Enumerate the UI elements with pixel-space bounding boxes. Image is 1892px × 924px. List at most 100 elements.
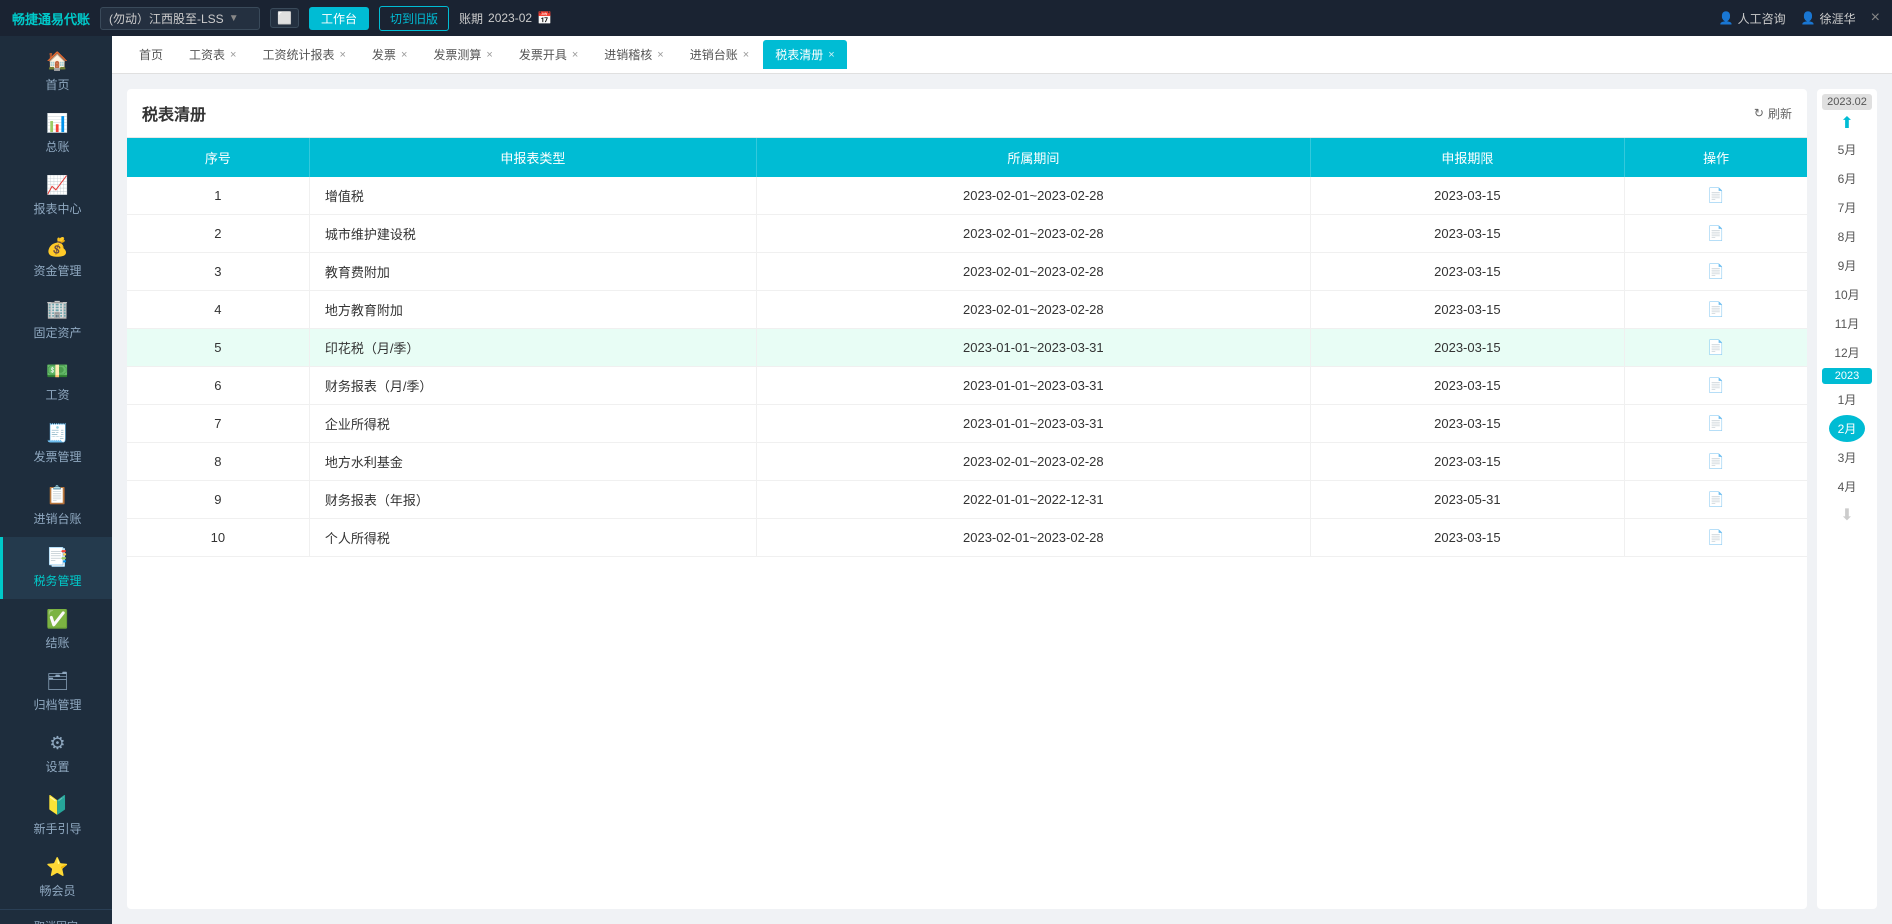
sidebar-item-总账[interactable]: 📊总账 — [0, 103, 112, 165]
old-mode-button[interactable]: 切到旧版 — [379, 6, 449, 31]
sidebar-icon: 📋 — [46, 485, 68, 506]
cal-month-1月[interactable]: 1月 — [1822, 386, 1872, 413]
sidebar-item-label: 新手引导 — [33, 820, 81, 837]
tab-close-icon[interactable]: × — [572, 49, 578, 61]
cal-month-3月[interactable]: 3月 — [1822, 444, 1872, 471]
cell-no: 1 — [127, 177, 309, 215]
cell-action[interactable]: 📄 — [1625, 215, 1807, 253]
topbar-close-btn[interactable]: × — [1871, 9, 1880, 27]
cell-action[interactable]: 📄 — [1625, 405, 1807, 443]
tab-发票测算[interactable]: 发票测算× — [421, 40, 504, 69]
tab-进销台账[interactable]: 进销台账× — [678, 40, 761, 69]
action-icon[interactable]: 📄 — [1707, 415, 1724, 431]
sidebar-item-固定资产[interactable]: 🏢固定资产 — [0, 289, 112, 351]
sidebar-item-资金管理[interactable]: 💰资金管理 — [0, 227, 112, 289]
sidebar-item-label: 报表中心 — [33, 200, 81, 217]
tab-close-icon[interactable]: × — [828, 49, 834, 61]
table-row: 9 财务报表（年报） 2022-01-01~2022-12-31 2023-05… — [127, 481, 1807, 519]
tab-工资表[interactable]: 工资表× — [177, 40, 248, 69]
workspace-button[interactable]: 工作台 — [309, 7, 369, 30]
cell-no: 6 — [127, 367, 309, 405]
tab-close-icon[interactable]: × — [401, 49, 407, 61]
sidebar-item-首页[interactable]: 🏠首页 — [0, 41, 112, 103]
tab-发票开具[interactable]: 发票开具 × — [507, 40, 590, 69]
refresh-button[interactable]: ↻ 刷新 — [1754, 105, 1792, 122]
tab-首页[interactable]: 首页 — [127, 40, 175, 69]
tab-label: 首页 — [139, 46, 163, 63]
sidebar-bottom-pin[interactable]: 取消固定 — [0, 909, 112, 924]
company-selector[interactable]: (勿动）江西股至-LSS ▼ — [100, 7, 260, 30]
action-icon[interactable]: 📄 — [1707, 339, 1724, 355]
cell-action[interactable]: 📄 — [1625, 367, 1807, 405]
cal-month-9月[interactable]: 9月 — [1822, 252, 1872, 279]
cal-month-11月[interactable]: 11月 — [1822, 310, 1872, 337]
page-content: 税表清册 ↻ 刷新 序号申报表类型所属期间申报期限操作 1 增值税 2023-0… — [112, 74, 1892, 924]
action-icon[interactable]: 📄 — [1707, 301, 1724, 317]
cal-current-year: 2023 — [1822, 368, 1872, 384]
cal-month-2月[interactable]: 2月 — [1829, 415, 1865, 442]
tab-label: 发票开具 — [519, 46, 567, 63]
action-icon[interactable]: 📄 — [1707, 529, 1724, 545]
tab-工资统计报表[interactable]: 工资统计报表 × — [250, 40, 357, 69]
cal-month-8月[interactable]: 8月 — [1822, 223, 1872, 250]
cell-action[interactable]: 📄 — [1625, 329, 1807, 367]
tab-close-icon[interactable]: × — [657, 49, 663, 61]
cal-month-7月[interactable]: 7月 — [1822, 194, 1872, 221]
sidebar-item-label: 资金管理 — [33, 262, 81, 279]
cell-action[interactable]: 📄 — [1625, 177, 1807, 215]
sidebar-item-工资[interactable]: 💵工资 — [0, 351, 112, 413]
cell-period: 2023-02-01~2023-02-28 — [757, 291, 1311, 329]
help-btn[interactable]: 👤 人工咨询 — [1719, 10, 1786, 27]
action-icon[interactable]: 📄 — [1707, 377, 1724, 393]
user-avatar: 👤 — [1801, 11, 1816, 25]
cal-month-10月[interactable]: 10月 — [1822, 281, 1872, 308]
cell-deadline: 2023-03-15 — [1310, 367, 1625, 405]
cell-action[interactable]: 📄 — [1625, 519, 1807, 557]
cal-up-button[interactable]: ⬆ — [1840, 113, 1853, 133]
action-icon[interactable]: 📄 — [1707, 453, 1724, 469]
topbar-icon-btn[interactable]: ⬜ — [270, 8, 299, 28]
cal-down-button[interactable]: ⬇ — [1840, 505, 1853, 525]
cal-month-4月[interactable]: 4月 — [1822, 473, 1872, 500]
sidebar-item-报表中心[interactable]: 📈 报表中心 — [0, 165, 112, 227]
tab-close-icon[interactable]: × — [486, 49, 492, 61]
period-calendar-icon[interactable]: 📅 — [537, 11, 552, 25]
sidebar-item-税务管理[interactable]: 📑税务管理 — [0, 537, 112, 599]
sidebar-item-畅会员[interactable]: ⭐畅会员 — [0, 847, 112, 909]
tab-发票[interactable]: 发票× — [360, 40, 419, 69]
cell-type: 地方教育附加 — [309, 291, 756, 329]
sidebar-icon: 📈 — [46, 175, 68, 196]
cell-action[interactable]: 📄 — [1625, 443, 1807, 481]
action-icon[interactable]: 📄 — [1707, 225, 1724, 241]
cal-month-6月[interactable]: 6月 — [1822, 165, 1872, 192]
cell-period: 2023-01-01~2023-03-31 — [757, 405, 1311, 443]
sidebar-item-新手引导[interactable]: 🔰 新手引导 — [0, 785, 112, 847]
tab-税表清册[interactable]: 税表清册× — [763, 40, 846, 69]
tab-label: 工资统计报表 — [262, 46, 334, 63]
cell-action[interactable]: 📄 — [1625, 481, 1807, 519]
cal-month-12月[interactable]: 12月 — [1822, 339, 1872, 366]
tab-进销稽核[interactable]: 进销稽核× — [592, 40, 675, 69]
cell-action[interactable]: 📄 — [1625, 291, 1807, 329]
tab-close-icon[interactable]: × — [339, 49, 345, 61]
sidebar-item-归档管理[interactable]: 🗂归档管理 — [0, 661, 112, 723]
calendar-panel: 2023.02 ⬆ 5月6月7月8月9月10月11月12月20231月2月3月4… — [1817, 89, 1877, 909]
user-menu[interactable]: 👤 徐涯华 — [1801, 10, 1856, 27]
sidebar-icon: 📑 — [46, 547, 68, 568]
tab-close-icon[interactable]: × — [230, 49, 236, 61]
tab-close-icon[interactable]: × — [743, 49, 749, 61]
cell-deadline: 2023-03-15 — [1310, 253, 1625, 291]
action-icon[interactable]: 📄 — [1707, 263, 1724, 279]
table-row: 2 城市维护建设税 2023-02-01~2023-02-28 2023-03-… — [127, 215, 1807, 253]
action-icon[interactable]: 📄 — [1707, 187, 1724, 203]
action-icon[interactable]: 📄 — [1707, 491, 1724, 507]
sidebar-icon: ✅ — [46, 609, 68, 630]
cell-deadline: 2023-03-15 — [1310, 215, 1625, 253]
sidebar-item-发票管理[interactable]: 🧾发票管理 — [0, 413, 112, 475]
sidebar-icon: 🔰 — [46, 795, 68, 816]
sidebar-item-进销台账[interactable]: 📋进销台账 — [0, 475, 112, 537]
sidebar-item-设置[interactable]: ⚙设置 — [0, 723, 112, 785]
sidebar-item-结账[interactable]: ✅结账 — [0, 599, 112, 661]
cell-action[interactable]: 📄 — [1625, 253, 1807, 291]
cal-month-5月[interactable]: 5月 — [1822, 136, 1872, 163]
